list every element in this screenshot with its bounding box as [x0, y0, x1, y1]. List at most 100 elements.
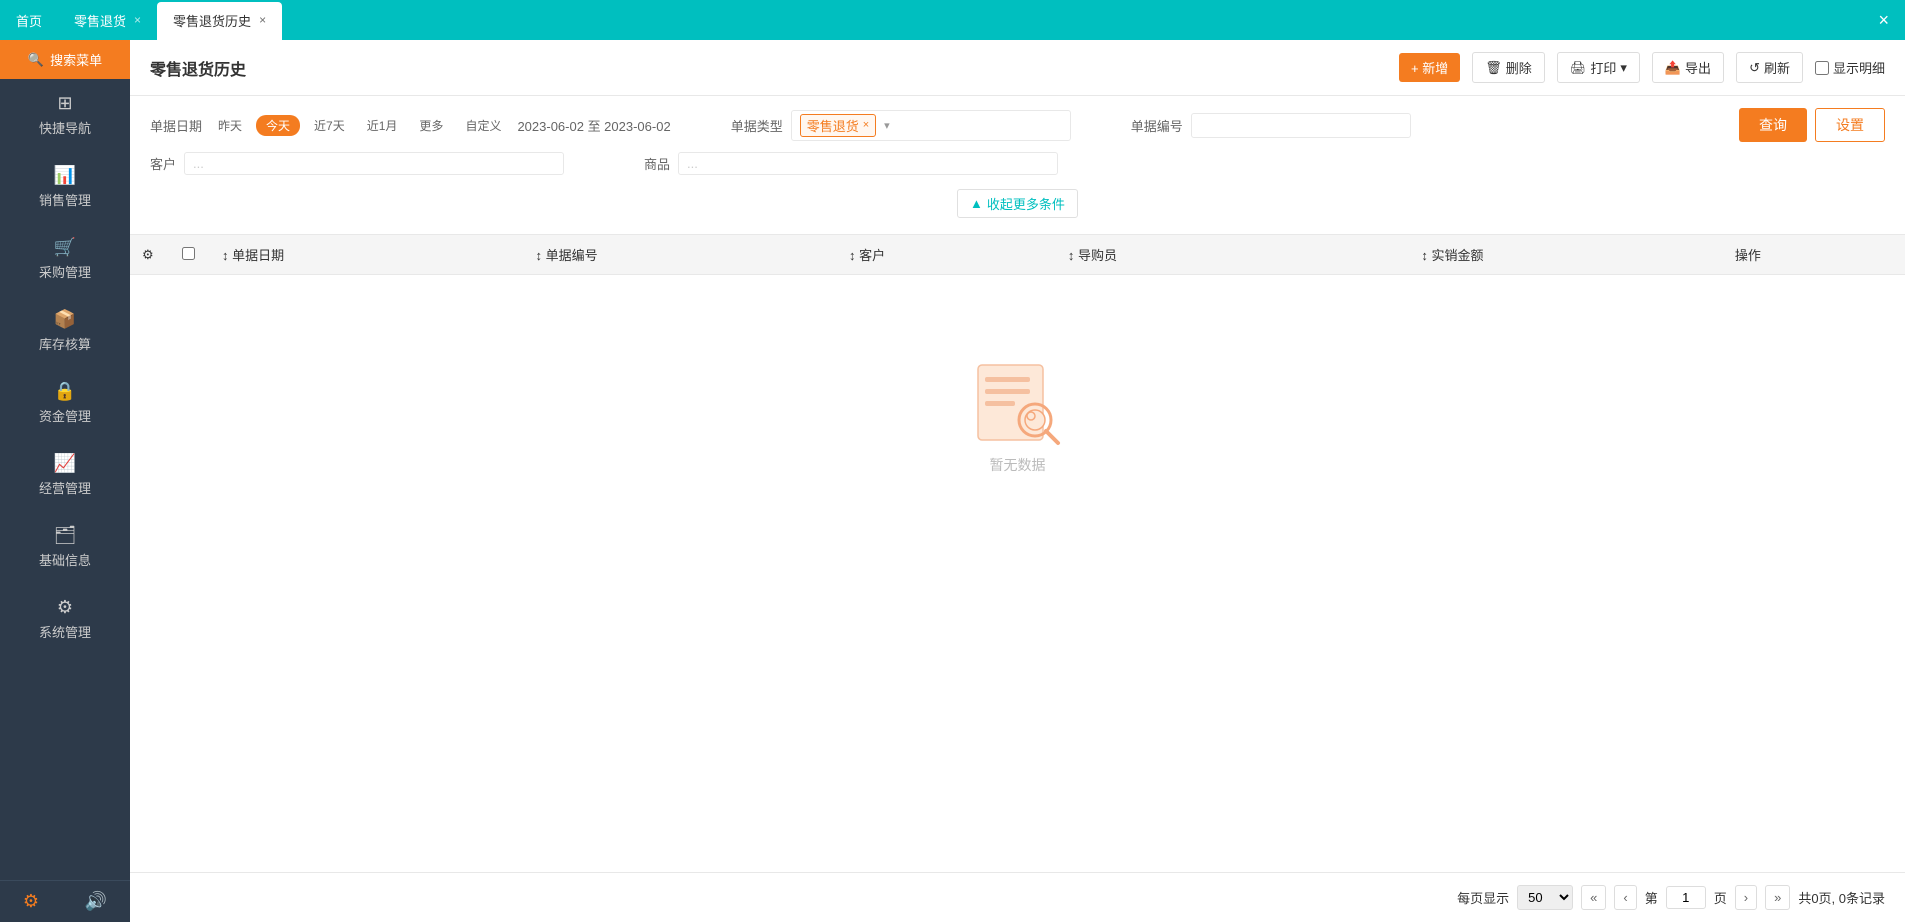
sidebar-item-operation-label: 经营管理	[39, 478, 91, 497]
customer-filter-input[interactable]: ...	[184, 152, 564, 175]
page-label: 第	[1645, 888, 1658, 907]
settings-bottom-icon[interactable]: ⚙	[23, 891, 39, 912]
col-number: ↕ 单据编号	[524, 235, 838, 275]
next-page-button[interactable]: ›	[1735, 885, 1757, 910]
sidebar-item-inventory[interactable]: 📦 库存核算	[0, 295, 130, 367]
page-unit: 页	[1714, 888, 1727, 907]
content-area: 零售退货历史 + 新增 🗑 删除 🖨 打印 ▾ 📤 导出 ↺	[130, 40, 1905, 922]
tab-retail-return[interactable]: 零售退货 ×	[58, 0, 157, 40]
date-options: 昨天 今天 近7天 近1月 更多 自定义	[210, 115, 509, 136]
close-retail-return-icon[interactable]: ×	[134, 13, 141, 27]
date-btn-yesterday[interactable]: 昨天	[210, 115, 250, 136]
sidebar-item-quick-nav[interactable]: ⊞ 快捷导航	[0, 79, 130, 151]
sidebar-item-inventory-label: 库存核算	[39, 334, 91, 353]
basic-info-icon: 🗂	[54, 525, 77, 546]
date-btn-more[interactable]: 更多	[411, 115, 451, 136]
collapse-button[interactable]: ▲ 收起更多条件	[957, 189, 1078, 218]
total-info: 共0页, 0条记录	[1798, 888, 1885, 907]
sidebar-item-system-mgmt[interactable]: ⚙ 系统管理	[0, 583, 130, 655]
type-tag-text: 零售退货	[807, 116, 859, 135]
col-checkbox	[170, 235, 210, 275]
window-close-button[interactable]: ×	[1862, 10, 1905, 31]
number-filter-input[interactable]	[1191, 113, 1411, 138]
filter-row-2: 客户 ... 商品 ...	[150, 152, 1885, 175]
audio-icon[interactable]: 🔊	[85, 891, 107, 912]
col-actions-label: 操作	[1735, 248, 1761, 263]
sidebar-item-sales-label: 销售管理	[39, 190, 91, 209]
page-header: 零售退货历史 + 新增 🗑 删除 🖨 打印 ▾ 📤 导出 ↺	[130, 40, 1905, 96]
close-history-icon[interactable]: ×	[259, 13, 266, 27]
sidebar-item-basic-info-label: 基础信息	[39, 550, 91, 569]
export-button[interactable]: 📤 导出	[1652, 52, 1724, 83]
print-button[interactable]: 🖨 打印 ▾	[1557, 52, 1640, 83]
sidebar-search[interactable]: 🔍 搜索菜单	[0, 40, 130, 79]
tab-list: 首页 零售退货 × 零售退货历史 ×	[0, 0, 1862, 40]
show-detail-checkbox[interactable]	[1815, 61, 1829, 75]
quick-nav-icon: ⊞	[57, 93, 72, 114]
settings-button[interactable]: 设置	[1815, 108, 1885, 142]
col-amount-label: ↕ 实销金额	[1421, 248, 1483, 263]
goods-filter-input[interactable]: ...	[678, 152, 1058, 175]
empty-state: 暂无数据	[130, 275, 1905, 555]
goods-filter: 商品 ...	[644, 152, 1058, 175]
prev-page-button[interactable]: ‹	[1614, 885, 1636, 910]
empty-text: 暂无数据	[990, 455, 1046, 475]
select-all-checkbox[interactable]	[182, 247, 195, 260]
topbar: 首页 零售退货 × 零售退货历史 × ×	[0, 0, 1905, 40]
sidebar-item-basic-info[interactable]: 🗂 基础信息	[0, 511, 130, 583]
type-filter[interactable]: 单据类型 零售退货 × ▾	[731, 110, 1071, 141]
query-button[interactable]: 查询	[1739, 108, 1807, 142]
sidebar-item-sales-mgmt[interactable]: 📊 销售管理	[0, 151, 130, 223]
col-date-label: ↕ 单据日期	[222, 248, 284, 263]
date-filter: 单据日期 昨天 今天 近7天 近1月 更多 自定义 2023-06-02 至 2…	[150, 115, 671, 136]
date-btn-7days[interactable]: 近7天	[306, 115, 353, 136]
first-page-button[interactable]: «	[1581, 885, 1606, 910]
type-filter-label: 单据类型	[731, 116, 783, 135]
purchase-icon: 🛒	[54, 237, 76, 258]
finance-icon: 🔒	[54, 381, 76, 402]
page-actions: + 新增 🗑 删除 🖨 打印 ▾ 📤 导出 ↺ 刷新	[1399, 52, 1885, 83]
empty-illustration	[963, 355, 1073, 455]
goods-ellipsis: ...	[687, 156, 698, 171]
refresh-button[interactable]: ↺ 刷新	[1736, 52, 1803, 83]
type-tag-input[interactable]: 零售退货 × ▾	[791, 110, 1071, 141]
sidebar-item-system-label: 系统管理	[39, 622, 91, 641]
tab-retail-return-history[interactable]: 零售退货历史 ×	[157, 2, 282, 42]
show-detail-label: 显示明细	[1833, 58, 1885, 77]
page-size-label: 每页显示	[1457, 888, 1509, 907]
page-title: 零售退货历史	[150, 56, 246, 80]
customer-filter-label: 客户	[150, 154, 176, 173]
table-container: ⚙ ↕ 单据日期 ↕ 单据编号 ↕ 客户	[130, 235, 1905, 872]
sidebar-item-purchase-mgmt[interactable]: 🛒 采购管理	[0, 223, 130, 295]
refresh-icon: ↺	[1749, 60, 1760, 76]
customer-filter: 客户 ...	[150, 152, 564, 175]
sidebar-item-operation-mgmt[interactable]: 📈 经营管理	[0, 439, 130, 511]
col-settings: ⚙	[130, 235, 170, 275]
export-icon: 📤	[1665, 60, 1681, 76]
sidebar: 🔍 搜索菜单 ⊞ 快捷导航 📊 销售管理 🛒 采购管理 📦 库存核算 🔒 资金管…	[0, 40, 130, 922]
new-button[interactable]: + 新增	[1399, 53, 1460, 82]
tab-home[interactable]: 首页	[0, 0, 58, 40]
date-filter-label: 单据日期	[150, 116, 202, 135]
system-icon: ⚙	[57, 597, 73, 618]
last-page-button[interactable]: »	[1765, 885, 1790, 910]
delete-button[interactable]: 🗑 删除	[1472, 52, 1545, 83]
search-icon: 🔍	[28, 52, 44, 68]
operation-icon: 📈	[54, 453, 76, 474]
col-guide-label: ↕ 导购员	[1068, 248, 1117, 263]
tab-retail-return-history-label: 零售退货历史	[173, 11, 251, 30]
sidebar-item-finance-mgmt[interactable]: 🔒 资金管理	[0, 367, 130, 439]
print-icon: 🖨	[1570, 60, 1587, 76]
date-btn-today[interactable]: 今天	[256, 115, 300, 136]
sidebar-search-label: 搜索菜单	[50, 50, 102, 69]
type-tag-close-icon[interactable]: ×	[863, 119, 869, 131]
page-number-input[interactable]	[1666, 886, 1706, 909]
page-size-select[interactable]: 50 100 200	[1517, 885, 1573, 910]
type-dropdown-icon: ▾	[884, 119, 890, 132]
date-btn-custom[interactable]: 自定义	[457, 115, 509, 136]
col-amount: ↕ 实销金额	[1409, 235, 1723, 275]
settings-col-icon[interactable]: ⚙	[142, 247, 154, 262]
col-date: ↕ 单据日期	[210, 235, 524, 275]
date-btn-1month[interactable]: 近1月	[359, 115, 406, 136]
sidebar-item-finance-label: 资金管理	[39, 406, 91, 425]
